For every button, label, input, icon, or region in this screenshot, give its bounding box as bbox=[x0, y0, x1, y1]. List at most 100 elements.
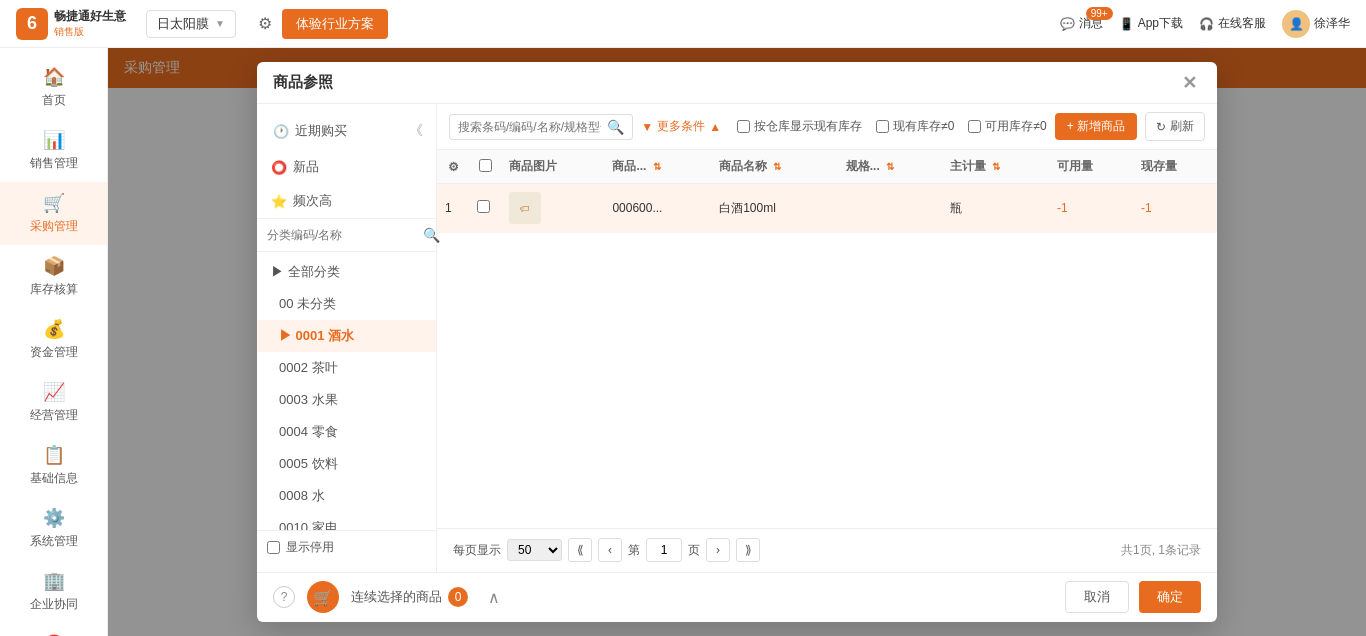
row-unit: 瓶 bbox=[942, 184, 1049, 233]
finance-icon: 💰 bbox=[43, 318, 65, 340]
search-box[interactable]: 🔍 bbox=[449, 114, 633, 140]
category-tea[interactable]: 0002 茶叶 bbox=[257, 352, 436, 384]
category-unclassified[interactable]: 00 未分类 bbox=[257, 288, 436, 320]
enterprise-icon: 🏢 bbox=[43, 570, 65, 592]
new-products-icon: ⭕ bbox=[271, 160, 287, 175]
recent-purchase-item[interactable]: 🕐 近期购买 bbox=[267, 118, 353, 144]
sidebar-item-system[interactable]: ⚙️ 系统管理 bbox=[0, 497, 107, 560]
select-all-checkbox[interactable] bbox=[479, 159, 492, 172]
sort-name-icon: ⇅ bbox=[773, 161, 781, 172]
show-disabled-checkbox[interactable] bbox=[267, 541, 280, 554]
modal-left-nav: ⭕ 新品 ⭐ 频次高 bbox=[257, 150, 436, 218]
show-disabled-row: 显示停用 bbox=[257, 530, 436, 564]
th-unit[interactable]: 主计量 ⇅ bbox=[942, 150, 1049, 184]
sidebar-label-purchase: 采购管理 bbox=[30, 218, 78, 235]
sidebar-item-home[interactable]: 🏠 首页 bbox=[0, 56, 107, 119]
page-size-select[interactable]: 50 100 200 bbox=[507, 539, 562, 561]
high-freq-label: 频次高 bbox=[293, 192, 332, 210]
star-icon: ⭐ bbox=[271, 194, 287, 209]
modal-right-panel: 🔍 ▼ 更多条件 ▲ 按仓库显示现有库存 bbox=[437, 104, 1217, 572]
help-button[interactable]: ? bbox=[273, 586, 295, 608]
sidebar-item-operations[interactable]: 📈 经营管理 bbox=[0, 371, 107, 434]
logo-text: 畅捷通好生意 销售版 bbox=[54, 8, 126, 39]
chevron-up-icon: ▲ bbox=[709, 120, 721, 134]
modal-dialog: 商品参照 ✕ 🕐 近期购买 《 bbox=[257, 62, 1217, 622]
high-frequency-item[interactable]: ⭐ 频次高 bbox=[257, 184, 436, 218]
customer-service-item[interactable]: 🎧 在线客服 bbox=[1199, 15, 1266, 32]
sidebar-item-finance[interactable]: 💰 资金管理 bbox=[0, 308, 107, 371]
checkbox-current-stock-nonzero[interactable]: 现有库存≠0 bbox=[876, 118, 954, 135]
sidebar-item-basic-info[interactable]: 📋 基础信息 bbox=[0, 434, 107, 497]
modal-close-button[interactable]: ✕ bbox=[1177, 71, 1201, 95]
fold-button[interactable]: ∧ bbox=[480, 583, 508, 611]
sidebar-label-basic-info: 基础信息 bbox=[30, 470, 78, 487]
operations-icon: 📈 bbox=[43, 381, 65, 403]
app-download-item[interactable]: 📱 App下载 bbox=[1119, 15, 1183, 32]
dropdown-label: 日太阳膜 bbox=[157, 15, 209, 33]
modal-left-panel: 🕐 近期购买 《 ⭕ 新品 ⭐ 频次高 bbox=[257, 104, 437, 572]
trial-btn[interactable]: 体验行业方案 bbox=[282, 9, 388, 39]
row-select-checkbox[interactable] bbox=[477, 200, 490, 213]
modal-body: 🕐 近期购买 《 ⭕ 新品 ⭐ 频次高 bbox=[257, 104, 1217, 572]
sidebar-item-sales[interactable]: 📊 销售管理 bbox=[0, 119, 107, 182]
nav-dropdown[interactable]: 日太阳膜 ▼ bbox=[146, 10, 236, 38]
filter-button[interactable]: ▼ 更多条件 ▲ bbox=[641, 118, 721, 135]
th-checkbox[interactable] bbox=[469, 150, 501, 184]
sidebar-item-purchase[interactable]: 🛒 采购管理 bbox=[0, 182, 107, 245]
app-label: App下载 bbox=[1138, 15, 1183, 32]
row-image: 🏷 bbox=[501, 184, 604, 233]
last-page-button[interactable]: ⟫ bbox=[736, 538, 760, 562]
th-code[interactable]: 商品... ⇅ bbox=[604, 150, 711, 184]
category-water[interactable]: 0008 水 bbox=[257, 480, 436, 512]
category-drinks[interactable]: 0005 饮料 bbox=[257, 448, 436, 480]
modal-header: 商品参照 ✕ bbox=[257, 62, 1217, 104]
next-page-button[interactable]: › bbox=[706, 538, 730, 562]
system-icon: ⚙️ bbox=[43, 507, 65, 529]
category-search-input[interactable] bbox=[267, 228, 417, 242]
new-products-item[interactable]: ⭕ 新品 bbox=[257, 150, 436, 184]
th-spec[interactable]: 规格... ⇅ bbox=[838, 150, 942, 184]
category-all[interactable]: ▶ 全部分类 bbox=[257, 256, 436, 288]
user-area[interactable]: 👤 徐泽华 bbox=[1282, 10, 1350, 38]
first-page-button[interactable]: ⟪ bbox=[568, 538, 592, 562]
table-row[interactable]: 1 🏷 000600... 白酒100ml bbox=[437, 184, 1217, 233]
page-number-input[interactable] bbox=[646, 538, 682, 562]
checkbox-available-stock-nonzero[interactable]: 可用库存≠0 bbox=[968, 118, 1046, 135]
row-checkbox[interactable] bbox=[469, 184, 501, 233]
confirm-button[interactable]: 确定 bbox=[1139, 581, 1201, 613]
page-word2: 页 bbox=[688, 542, 700, 559]
selected-count-area: 连续选择的商品 0 bbox=[351, 587, 468, 607]
category-appliances[interactable]: 0010 家电 bbox=[257, 512, 436, 530]
collapse-button[interactable]: 《 bbox=[406, 121, 426, 141]
chevron-down-icon: ▼ bbox=[215, 18, 225, 29]
cancel-button[interactable]: 取消 bbox=[1065, 581, 1129, 613]
warehouse-stock-label: 按仓库显示现有库存 bbox=[754, 118, 862, 135]
row-code: 000600... bbox=[604, 184, 711, 233]
sidebar-label-operations: 经营管理 bbox=[30, 407, 78, 424]
refresh-button[interactable]: ↻ C 刷新 刷新 bbox=[1145, 112, 1205, 141]
user-name: 徐泽华 bbox=[1314, 15, 1350, 32]
inventory-icon: 📦 bbox=[43, 255, 65, 277]
gear-icon[interactable]: ⚙ bbox=[258, 14, 272, 33]
product-search-input[interactable] bbox=[458, 120, 601, 134]
th-name[interactable]: 商品名称 ⇅ bbox=[711, 150, 838, 184]
th-settings[interactable]: ⚙ bbox=[437, 150, 469, 184]
th-stock: 现存量 bbox=[1133, 150, 1217, 184]
category-fruit[interactable]: 0003 水果 bbox=[257, 384, 436, 416]
purchase-icon: 🛒 bbox=[43, 192, 65, 214]
home-icon: 🏠 bbox=[43, 66, 65, 88]
checkbox-group: 按仓库显示现有库存 现有库存≠0 可用库存≠0 bbox=[737, 118, 1047, 135]
footer-actions: 取消 确定 bbox=[1065, 581, 1201, 613]
sidebar-item-inventory[interactable]: 📦 库存核算 bbox=[0, 245, 107, 308]
add-product-button[interactable]: + 新增商品 bbox=[1055, 113, 1137, 140]
phone-icon: 📱 bbox=[1119, 17, 1134, 31]
sidebar-item-guide[interactable]: 🎯 新手引导 bbox=[0, 623, 107, 636]
category-snacks[interactable]: 0004 零食 bbox=[257, 416, 436, 448]
category-liquor[interactable]: ▶ 0001 酒水 bbox=[257, 320, 436, 352]
prev-page-button[interactable]: ‹ bbox=[598, 538, 622, 562]
recent-label: 近期购买 bbox=[295, 122, 347, 140]
sidebar-item-enterprise[interactable]: 🏢 企业协同 bbox=[0, 560, 107, 623]
message-icon-item[interactable]: 💬 消息 99+ bbox=[1060, 15, 1103, 32]
sort-spec-icon: ⇅ bbox=[886, 161, 894, 172]
checkbox-warehouse-stock[interactable]: 按仓库显示现有库存 bbox=[737, 118, 862, 135]
